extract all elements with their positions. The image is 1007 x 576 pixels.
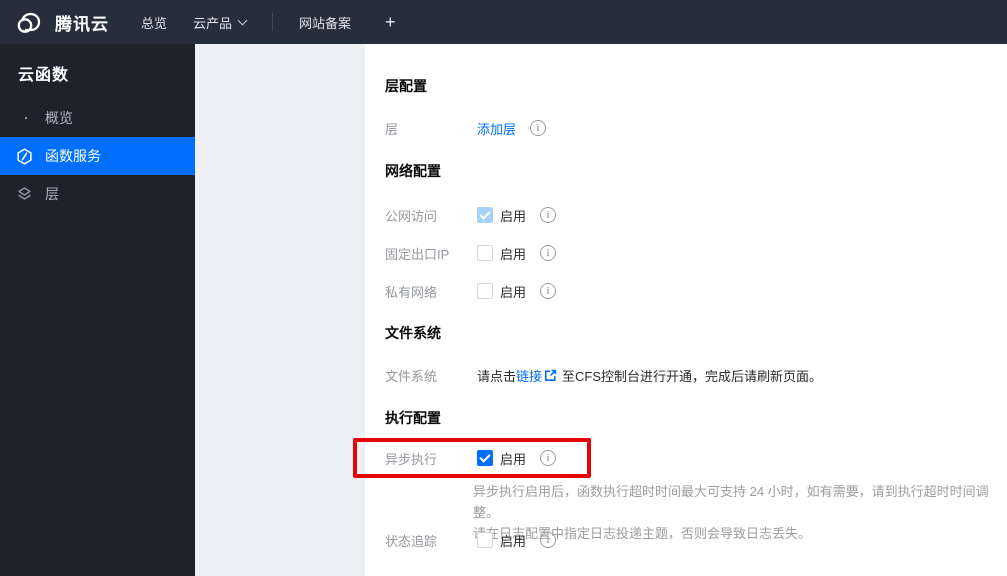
field-label-public-network-access: 公网访问: [385, 208, 438, 224]
sidebar-item-function-service[interactable]: 函数服务: [0, 137, 195, 175]
nav-divider: [272, 13, 274, 31]
file-system-hint-before: 请点击: [477, 368, 517, 384]
enable-label: 启用: [500, 246, 527, 262]
form-row-layer: 层 添加层 i: [385, 118, 547, 138]
sidebar-menu: 概览 函数服务 层: [0, 99, 195, 213]
nav-item-website-record[interactable]: 网站备案: [299, 13, 351, 32]
fixed-ip-checkbox[interactable]: [477, 245, 493, 261]
cfs-link[interactable]: 链接: [516, 366, 542, 385]
section-title-layer-config: 层配置: [385, 78, 427, 94]
function-hexagon-icon: [16, 147, 33, 165]
add-layer-link[interactable]: 添加层: [477, 119, 516, 138]
tencent-cloud-brand[interactable]: 腾讯云: [14, 10, 109, 35]
form-row-async-execution: 异步执行 启用 i: [385, 448, 557, 468]
form-row-status-tracing: 状态追踪 启用 i: [385, 530, 557, 550]
secondary-panel: [195, 44, 365, 576]
tencent-cloud-logo-icon: [14, 11, 46, 34]
status-tracing-checkbox[interactable]: [477, 532, 493, 548]
enable-label: 启用: [500, 284, 527, 300]
enable-label: 启用: [500, 533, 527, 549]
sidebar-title: 云函数: [18, 67, 70, 84]
section-title-file-system: 文件系统: [385, 325, 441, 341]
sidebar-item-layers[interactable]: 层: [0, 175, 195, 213]
nav-add-tab-button[interactable]: +: [385, 12, 396, 33]
nav-item-cloud-products[interactable]: 云产品: [193, 13, 248, 32]
file-system-hint-after: 至CFS控制台进行开通，完成后请刷新页面。: [562, 368, 823, 384]
grid-icon: [16, 110, 33, 127]
form-row-public-network: 公网访问 启用 i: [385, 205, 557, 225]
field-label-async-execution: 异步执行: [385, 451, 438, 467]
form-row-file-system: 文件系统 请点击 链接 至CFS控制台进行开通，完成后请刷新页面。: [385, 365, 822, 385]
brand-name: 腾讯云: [55, 14, 109, 34]
sidebar-item-overview[interactable]: 概览: [0, 99, 195, 137]
field-label-layer: 层: [385, 121, 399, 137]
function-config-panel: 层配置 层 添加层 i 网络配置 公网访问 启用 i 固定出口IP 启用 i 私…: [353, 44, 1007, 576]
info-icon[interactable]: i: [540, 245, 557, 261]
info-icon[interactable]: i: [540, 450, 557, 466]
description-line-1: 异步执行启用后，函数执行超时时间最大可支持 24 小时，如有需要，请到执行超时时…: [473, 484, 989, 520]
form-row-fixed-outbound-ip: 固定出口IP 启用 i: [385, 243, 557, 263]
field-label-status-tracing: 状态追踪: [385, 533, 438, 549]
info-icon[interactable]: i: [530, 120, 547, 136]
section-title-network-config: 网络配置: [385, 163, 441, 179]
enable-label: 启用: [500, 451, 527, 467]
info-icon[interactable]: i: [540, 283, 557, 299]
sidebar: 云函数 概览 函数服务 层: [0, 44, 195, 576]
field-label-fixed-outbound-ip: 固定出口IP: [385, 246, 450, 262]
top-navbar: 腾讯云 总览 云产品 网站备案 +: [0, 0, 1007, 44]
chevron-down-icon: [237, 15, 248, 25]
layers-icon: [16, 186, 33, 203]
form-row-private-network: 私有网络 启用 i: [385, 281, 557, 301]
public-network-checkbox[interactable]: [477, 207, 493, 223]
section-title-execution-config: 执行配置: [385, 410, 441, 426]
nav-item-overview[interactable]: 总览: [141, 13, 167, 32]
external-link-icon[interactable]: [544, 369, 557, 382]
field-label-file-system: 文件系统: [385, 368, 438, 384]
info-icon[interactable]: i: [540, 532, 557, 548]
field-label-private-network: 私有网络: [385, 284, 438, 300]
private-network-checkbox[interactable]: [477, 283, 493, 299]
info-icon[interactable]: i: [540, 207, 557, 223]
async-execution-checkbox[interactable]: [477, 450, 493, 466]
enable-label: 启用: [500, 208, 527, 224]
